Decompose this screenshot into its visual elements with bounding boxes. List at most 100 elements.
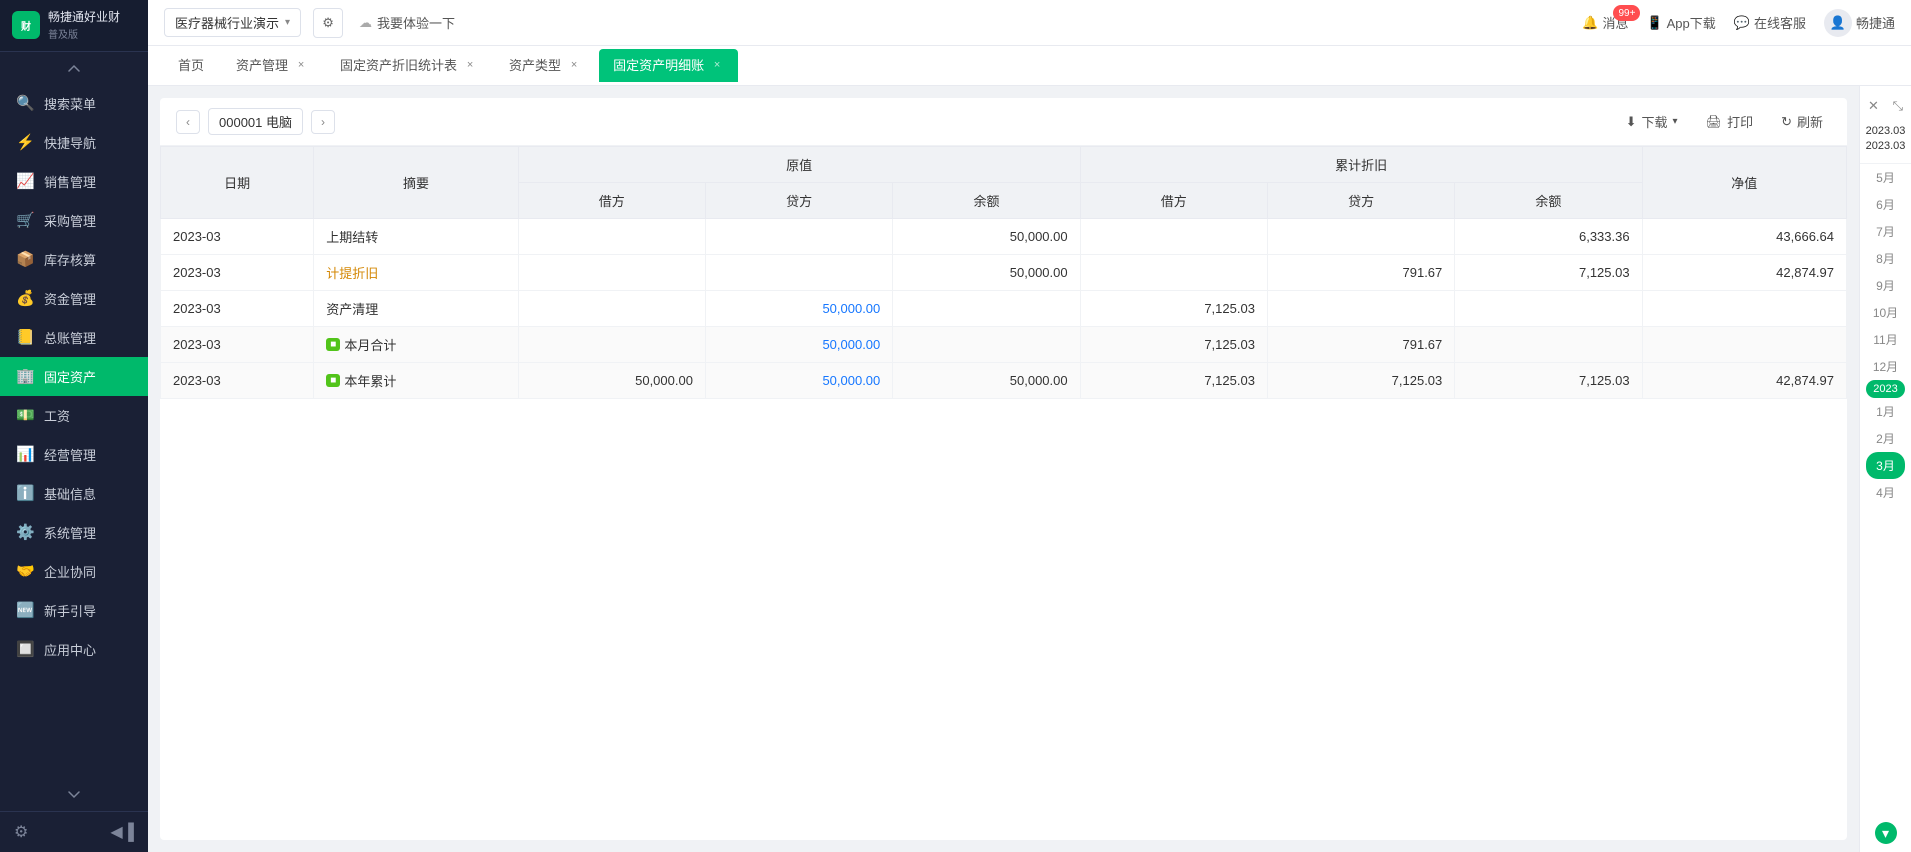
summary-text: 本月合计 xyxy=(344,335,396,354)
topbar-right: 🔔 消息 99+ 📱 App下载 💬 在线客服 👤 畅捷通 xyxy=(1582,9,1895,37)
settings-button[interactable]: ⚙ xyxy=(313,8,343,38)
sidebar-item-operations[interactable]: 📊 经营管理 xyxy=(0,435,148,474)
company-name: 医疗器械行业演示 xyxy=(175,13,279,32)
dep-credit-cell: 7,125.03 xyxy=(1267,363,1454,399)
tab-close-asset-detail[interactable]: × xyxy=(710,58,724,72)
user-menu[interactable]: 👤 畅捷通 xyxy=(1824,9,1895,37)
support-button[interactable]: 💬 在线客服 xyxy=(1734,13,1806,32)
tab-close-depreciation[interactable]: × xyxy=(463,58,477,72)
timeline-active-month[interactable]: 3月 xyxy=(1866,452,1905,479)
timeline-scroll-down[interactable]: ▾ xyxy=(1875,822,1897,844)
prev-asset-button[interactable]: ‹ xyxy=(176,110,200,134)
timeline-month[interactable]: 2月 xyxy=(1860,425,1911,452)
sidebar-item-app-center[interactable]: 🔲 应用中心 xyxy=(0,630,148,669)
tab-home-label: 首页 xyxy=(178,55,204,74)
main-area: 医疗器械行业演示 ▾ ⚙ ☁ 我要体验一下 🔔 消息 99+ 📱 App下载 💬… xyxy=(148,0,1911,852)
timeline-header-top: 2023.03 xyxy=(1864,124,1907,139)
download-icon: ⬇ xyxy=(1626,114,1637,130)
print-button[interactable]: 🖨 打印 xyxy=(1698,108,1762,135)
sidebar-item-guide[interactable]: 🆕 新手引导 xyxy=(0,591,148,630)
tab-close-asset-mgmt[interactable]: × xyxy=(294,58,308,72)
tab-asset-detail[interactable]: 固定资产明细账 × xyxy=(599,49,738,82)
tab-depreciation-stats[interactable]: 固定资产折旧统计表 × xyxy=(326,49,491,82)
timeline-month[interactable]: 4月 xyxy=(1860,479,1911,506)
timeline-month[interactable]: 10月 xyxy=(1860,299,1911,326)
ledger-icon: 📒 xyxy=(16,328,34,346)
sidebar-item-quick-nav[interactable]: ⚡ 快捷导航 xyxy=(0,123,148,162)
app-logo: 财 xyxy=(12,11,40,39)
col-orig-credit-header: 贷方 xyxy=(705,183,892,219)
panel-expand-icon[interactable]: ⤡ xyxy=(1893,98,1903,114)
col-summary-header: 摘要 xyxy=(314,147,518,219)
dep-debit-cell xyxy=(1080,255,1267,291)
dep-debit-cell: 7,125.03 xyxy=(1080,291,1267,327)
sales-icon: 📈 xyxy=(16,172,34,190)
sidebar-item-purchase[interactable]: 🛒 采购管理 xyxy=(0,201,148,240)
timeline-month[interactable]: 9月 xyxy=(1860,272,1911,299)
timeline-month[interactable]: 8月 xyxy=(1860,245,1911,272)
support-icon: 💬 xyxy=(1734,15,1750,31)
tab-home[interactable]: 首页 xyxy=(164,49,218,82)
tab-asset-type[interactable]: 资产类型 × xyxy=(495,49,595,82)
sidebar-item-label: 快捷导航 xyxy=(44,133,96,152)
sidebar-header: 财 畅捷通好业财 普及版 xyxy=(0,0,148,52)
sidebar-item-payroll[interactable]: 💵 工资 xyxy=(0,396,148,435)
timeline-month[interactable]: 7月 xyxy=(1860,218,1911,245)
table-row: 2023-03 上期结转 50,000.00 6,333.36 43,666.6… xyxy=(161,219,1847,255)
sidebar-item-inventory[interactable]: 📦 库存核算 xyxy=(0,240,148,279)
refresh-button[interactable]: ↻ 刷新 xyxy=(1773,108,1831,135)
sidebar-scroll-down[interactable] xyxy=(0,779,148,811)
sidebar-item-system[interactable]: ⚙️ 系统管理 xyxy=(0,513,148,552)
timeline-month[interactable]: 12月 xyxy=(1860,353,1911,380)
left-arrow-icon: ‹ xyxy=(186,115,190,129)
sidebar-item-label: 工资 xyxy=(44,406,70,425)
panel-collapse-icon[interactable]: ✕ xyxy=(1868,98,1879,114)
sidebar-item-label: 库存核算 xyxy=(44,250,96,269)
table-row: 2023-03 ■本年累计 50,000.00 50,000.00 50,000… xyxy=(161,363,1847,399)
dep-credit-cell xyxy=(1267,291,1454,327)
bell-icon: 🔔 xyxy=(1582,15,1598,31)
sidebar-item-basic-info[interactable]: ℹ️ 基础信息 xyxy=(0,474,148,513)
username: 畅捷通 xyxy=(1856,13,1895,32)
settings-icon[interactable]: ⚙ xyxy=(14,822,28,842)
card-toolbar: ‹ 000001 电脑 › ⬇ 下载 ▾ xyxy=(160,98,1847,146)
sidebar-item-label: 总账管理 xyxy=(44,328,96,347)
timeline-month[interactable]: 1月 xyxy=(1860,398,1911,425)
sidebar-item-search[interactable]: 🔍 搜索菜单 xyxy=(0,84,148,123)
date-cell: 2023-03 xyxy=(161,291,314,327)
timeline-month[interactable]: 6月 xyxy=(1860,191,1911,218)
notifications-button[interactable]: 🔔 消息 99+ xyxy=(1582,13,1628,32)
sidebar-item-ledger[interactable]: 📒 总账管理 xyxy=(0,318,148,357)
experience-button[interactable]: ☁ 我要体验一下 xyxy=(359,13,455,32)
sidebar-item-label: 固定资产 xyxy=(44,367,96,386)
timeline-header: 2023.03 2023.03 xyxy=(1860,120,1911,164)
download-button[interactable]: 📱 App下载 xyxy=(1646,13,1715,32)
sidebar-item-label: 系统管理 xyxy=(44,523,96,542)
download-icon: 📱 xyxy=(1646,15,1662,31)
sidebar-item-sales[interactable]: 📈 销售管理 xyxy=(0,162,148,201)
sidebar-item-fixed-assets[interactable]: 🏢 固定资产 xyxy=(0,357,148,396)
next-asset-button[interactable]: › xyxy=(311,110,335,134)
company-dropdown-arrow: ▾ xyxy=(285,17,290,28)
download-button[interactable]: ⬇ 下载 ▾ xyxy=(1618,108,1686,135)
asset-detail-table: 日期 摘要 原值 累计折旧 净值 借方 贷方 余额 借方 xyxy=(160,146,1847,399)
info-icon: ℹ️ xyxy=(16,484,34,502)
guide-icon: 🆕 xyxy=(16,601,34,619)
orig-balance-cell: 50,000.00 xyxy=(893,219,1080,255)
tab-label: 资产类型 xyxy=(509,55,561,74)
sidebar-item-finance[interactable]: 💰 资金管理 xyxy=(0,279,148,318)
tab-label: 资产管理 xyxy=(236,55,288,74)
timeline-active-year[interactable]: 2023 xyxy=(1866,380,1905,398)
sidebar-item-enterprise[interactable]: 🤝 企业协同 xyxy=(0,552,148,591)
tabbar: 首页 资产管理 × 固定资产折旧统计表 × 资产类型 × 固定资产明细账 × xyxy=(148,46,1911,86)
tab-close-asset-type[interactable]: × xyxy=(567,58,581,72)
timeline-month[interactable]: 11月 xyxy=(1860,326,1911,353)
collapse-icon[interactable]: ◀▐ xyxy=(110,822,134,842)
sidebar-item-label: 采购管理 xyxy=(44,211,96,230)
timeline-month[interactable]: 5月 xyxy=(1860,164,1911,191)
tab-asset-mgmt[interactable]: 资产管理 × xyxy=(222,49,322,82)
experience-icon: ☁ xyxy=(359,15,372,31)
company-selector[interactable]: 医疗器械行业演示 ▾ xyxy=(164,8,301,37)
sidebar-scroll-up[interactable] xyxy=(0,52,148,84)
topbar: 医疗器械行业演示 ▾ ⚙ ☁ 我要体验一下 🔔 消息 99+ 📱 App下载 💬… xyxy=(148,0,1911,46)
